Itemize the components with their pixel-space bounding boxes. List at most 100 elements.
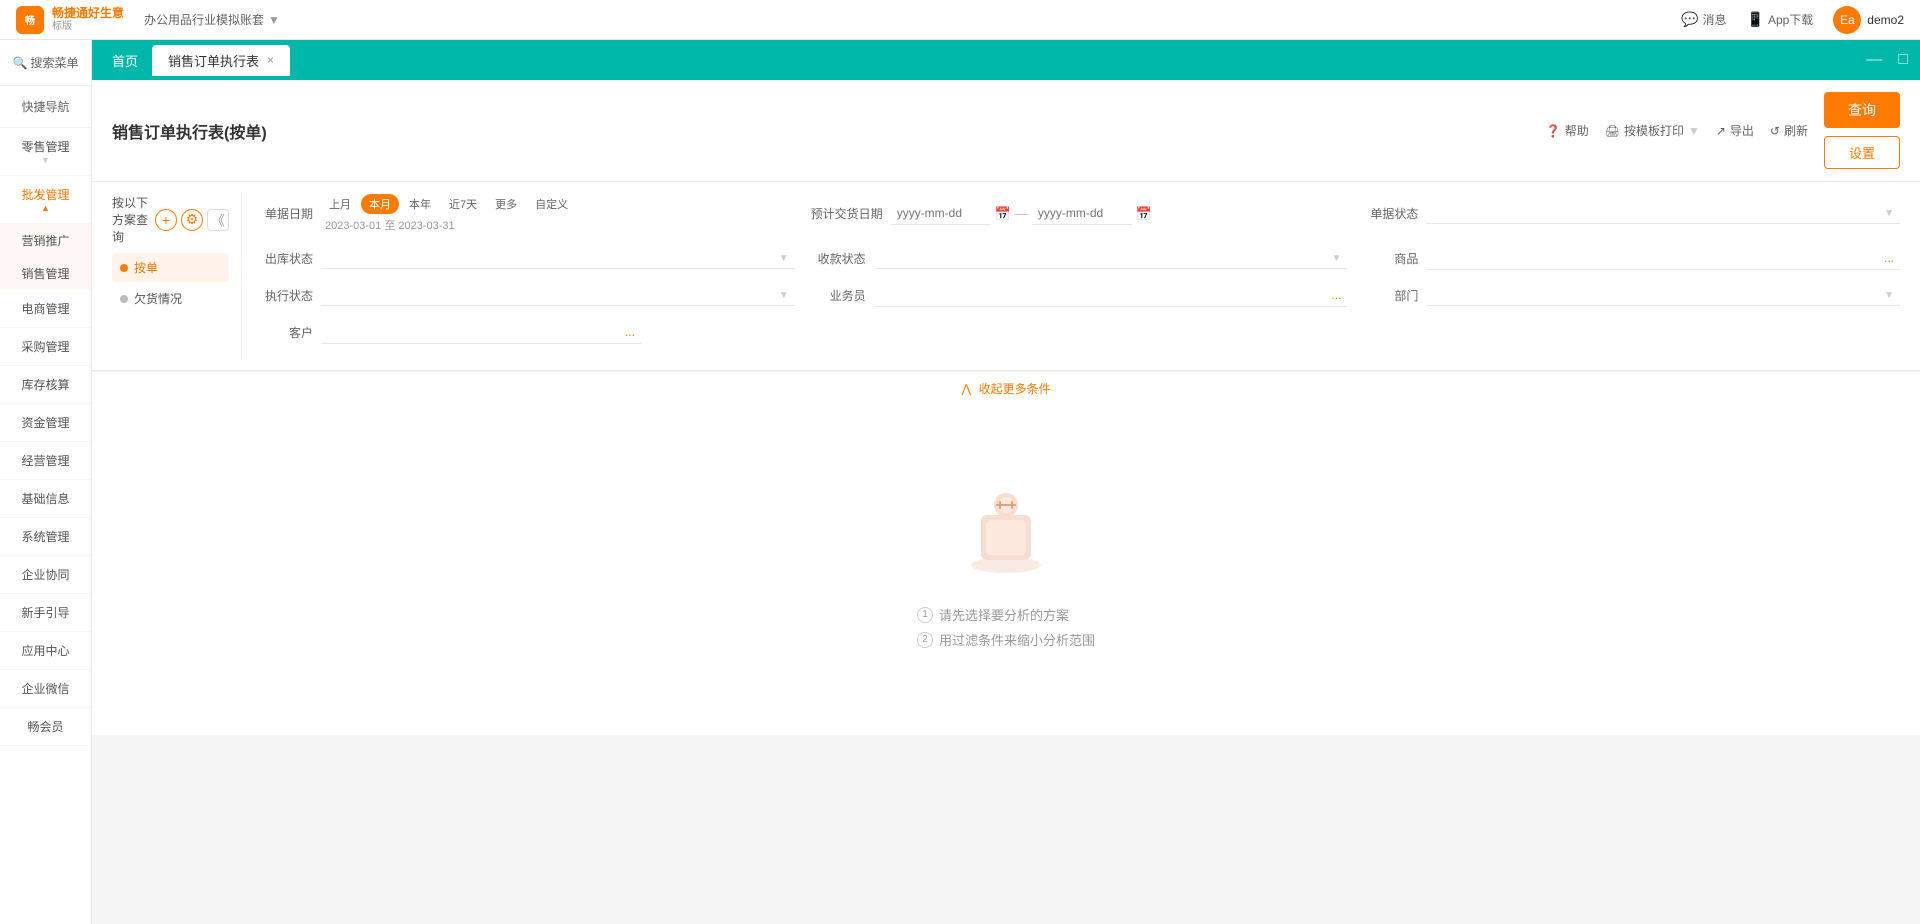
restore-icon[interactable]: □ <box>1894 47 1912 73</box>
sidebar-item-ecommerce[interactable]: 电商管理 <box>0 290 91 328</box>
delivery-status-select[interactable]: ▼ <box>321 249 795 269</box>
app-subtitle: 标版 <box>52 21 124 33</box>
sidebar-item-system[interactable]: 系统管理 <box>0 518 91 556</box>
sidebar-item-sales[interactable]: 销售管理 <box>0 257 91 290</box>
search-menu-button[interactable]: 🔍 搜索菜单 <box>8 48 83 77</box>
filter-panel: 按以下方案查询 + ⚙ 《 按单 <box>92 182 1920 371</box>
filter-row-1: 单据日期 上月 本月 本年 近7天 更多 自定义 <box>258 194 1900 233</box>
sidebar-item-label: 电商管理 <box>4 300 87 317</box>
quick-nav-button[interactable]: 快捷导航 <box>0 92 91 121</box>
doc-status-label: 单据状态 <box>1363 205 1418 222</box>
sidebar-item-label: 资金管理 <box>4 414 87 431</box>
sidebar-item-label: 企业微信 <box>4 680 87 697</box>
date-tab-custom[interactable]: 自定义 <box>527 194 576 214</box>
calendar-end-icon[interactable]: 📅 <box>1136 206 1152 222</box>
doc-status-select[interactable]: ▼ <box>1426 204 1900 224</box>
quick-nav-section: 快捷导航 <box>0 86 91 128</box>
calendar-start-icon[interactable]: 📅 <box>995 206 1011 222</box>
salesperson-more-icon[interactable]: ... <box>1331 288 1341 302</box>
sidebar-item-enterprise-wechat[interactable]: 企业微信 <box>0 670 91 708</box>
tip-num-1: 1 <box>917 607 933 623</box>
breadcrumb[interactable]: 办公用品行业模拟账套 ▼ <box>144 11 280 28</box>
payment-status-select[interactable]: ▼ <box>874 249 1348 269</box>
tab-home[interactable]: 首页 <box>100 45 150 76</box>
collapse-scheme-button[interactable]: 《 <box>207 209 229 231</box>
filter-main: 单据日期 上月 本月 本年 近7天 更多 自定义 <box>242 194 1900 358</box>
sidebar-item-inventory[interactable]: 库存核算 <box>0 366 91 404</box>
help-button[interactable]: ❓ 帮助 <box>1546 122 1589 139</box>
tab-close-icon[interactable]: × <box>267 53 274 67</box>
settings-button[interactable]: 设置 <box>1824 136 1900 169</box>
sidebar-item-onboarding[interactable]: 新手引导 <box>0 594 91 632</box>
expected-date-start-input[interactable] <box>891 202 991 225</box>
query-button[interactable]: 查询 <box>1824 92 1900 128</box>
date-tab-more[interactable]: 更多 <box>487 194 525 214</box>
print-button[interactable]: 🖨 按模板打印 ▼ <box>1605 122 1700 139</box>
date-tab-this-month[interactable]: 本月 <box>361 194 399 214</box>
date-tab-this-year[interactable]: 本年 <box>401 194 439 214</box>
collapse-more-conditions-bar[interactable]: ⋀ 收起更多条件 <box>92 371 1920 405</box>
filter-scheme-item-order[interactable]: 按单 <box>112 253 229 282</box>
date-tab-7days[interactable]: 近7天 <box>441 194 485 214</box>
sidebar-item-purchase[interactable]: 采购管理 <box>0 328 91 366</box>
salesperson-select[interactable]: ... <box>874 284 1348 307</box>
user-avatar: Ea <box>1833 6 1861 34</box>
empty-illustration <box>956 485 1056 585</box>
page-header-actions: ❓ 帮助 🖨 按模板打印 ▼ ↗ 导出 ↺ <box>1546 92 1900 169</box>
minimize-icon[interactable]: — <box>1862 47 1886 73</box>
sidebar-item-marketing[interactable]: 营销推广 <box>0 224 91 257</box>
filter-field-product: 商品 ... <box>1363 247 1900 270</box>
expected-date-end-input[interactable] <box>1032 202 1132 225</box>
filter-row-3: 执行状态 ▼ 业务员 ... <box>258 284 1900 307</box>
settings-scheme-button[interactable]: ⚙ <box>181 209 203 231</box>
filter-sidebar-actions: + ⚙ 《 <box>155 209 229 231</box>
sidebar-item-label: 采购管理 <box>4 338 87 355</box>
export-button[interactable]: ↗ 导出 <box>1716 122 1754 139</box>
sidebar-item-label: 系统管理 <box>4 528 87 545</box>
date-tab-last-month[interactable]: 上月 <box>321 194 359 214</box>
sidebar-item-retail[interactable]: 零售管理 ▼ <box>0 128 91 176</box>
filter-scheme-item-shortage[interactable]: 欠货情况 <box>112 284 229 313</box>
salesperson-label: 业务员 <box>811 287 866 304</box>
customer-label: 客户 <box>258 324 313 341</box>
sidebar-item-finance[interactable]: 资金管理 <box>0 404 91 442</box>
filter-field-customer: 客户 ... <box>258 321 1900 344</box>
add-scheme-button[interactable]: + <box>155 209 177 231</box>
filter-field-delivery-status: 出库状态 ▼ <box>258 249 795 269</box>
expected-date-label: 预计交货日期 <box>811 205 883 222</box>
sidebar-item-app-center[interactable]: 应用中心 <box>0 632 91 670</box>
sidebar-item-operations[interactable]: 经营管理 <box>0 442 91 480</box>
date-range-text: 2023-03-01 至 2023-03-31 <box>325 217 576 233</box>
sidebar: 🔍 搜索菜单 快捷导航 零售管理 ▼ 批发管理 ▲ 营销推广 销售管理 电商管 <box>0 40 92 924</box>
sidebar-item-enterprise-collab[interactable]: 企业协同 <box>0 556 91 594</box>
user-name: demo2 <box>1867 13 1904 27</box>
exec-status-label: 执行状态 <box>258 287 313 304</box>
product-more-icon[interactable]: ... <box>1884 251 1894 265</box>
active-dot-icon <box>120 264 128 272</box>
sidebar-item-label: 零售管理 <box>4 138 87 155</box>
filter-row-2: 出库状态 ▼ 收款状态 ▼ <box>258 247 1900 270</box>
filter-field-salesperson: 业务员 ... <box>811 284 1348 307</box>
customer-select[interactable]: ... <box>321 321 641 344</box>
sidebar-item-label: 经营管理 <box>4 452 87 469</box>
product-select[interactable]: ... <box>1426 247 1900 270</box>
delivery-status-label: 出库状态 <box>258 250 313 267</box>
empty-tip-1: 1 请先选择要分析的方案 <box>917 605 1095 624</box>
sidebar-item-label: 库存核算 <box>4 376 87 393</box>
department-select[interactable]: ▼ <box>1426 286 1900 306</box>
tab-controls: — □ <box>1862 47 1912 73</box>
customer-more-icon[interactable]: ... <box>625 325 635 339</box>
message-button[interactable]: 💬 消息 <box>1681 11 1726 28</box>
filter-field-expected-date: 预计交货日期 📅 — 📅 <box>811 202 1348 225</box>
date-label: 单据日期 <box>258 205 313 222</box>
sidebar-item-member[interactable]: 畅会员 <box>0 708 91 746</box>
app-download-button[interactable]: 📱 App下载 <box>1747 11 1814 28</box>
sidebar-item-label: 新手引导 <box>4 604 87 621</box>
sidebar-item-wholesale[interactable]: 批发管理 ▲ <box>0 176 91 224</box>
filter-sidebar-header: 按以下方案查询 + ⚙ 《 <box>112 194 229 245</box>
refresh-button[interactable]: ↺ 刷新 <box>1770 122 1808 139</box>
user-menu[interactable]: Ea demo2 <box>1833 6 1904 34</box>
sidebar-item-basic-info[interactable]: 基础信息 <box>0 480 91 518</box>
tab-sales-order[interactable]: 销售订单执行表 × <box>152 45 290 76</box>
exec-status-select[interactable]: ▼ <box>321 286 795 306</box>
